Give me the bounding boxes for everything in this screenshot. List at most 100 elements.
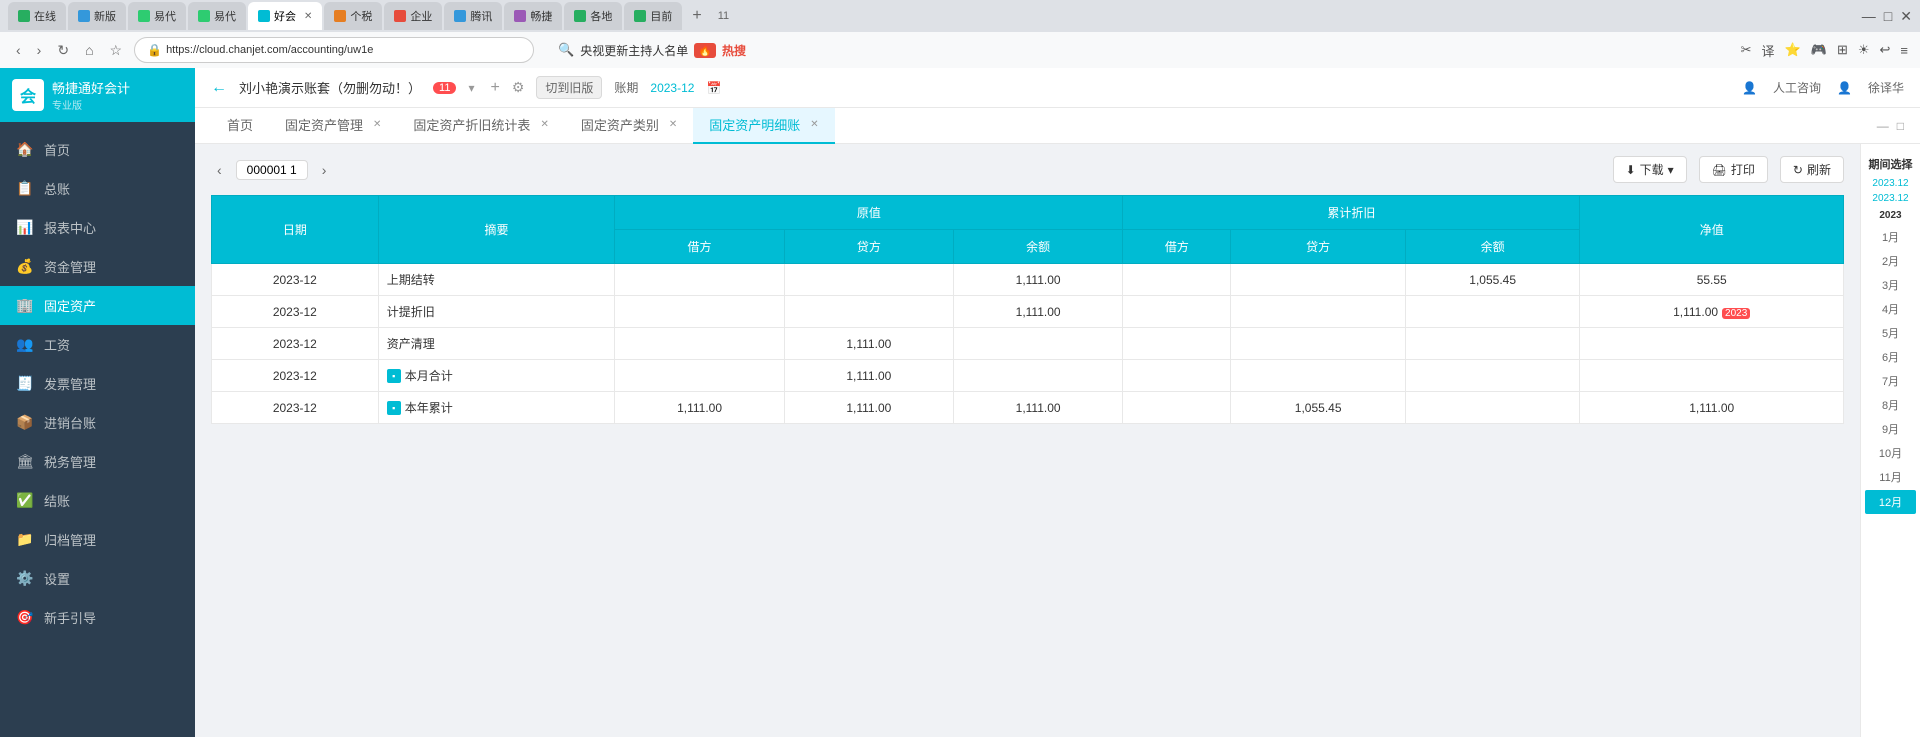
period-date-1[interactable]: 2023.12 xyxy=(1861,191,1920,206)
browser-tab[interactable]: 个税 xyxy=(324,2,382,30)
hot-search-badge[interactable]: 🔥 xyxy=(694,43,716,58)
month-3月[interactable]: 3月 xyxy=(1861,273,1920,297)
sidebar-item-新手引导[interactable]: 🎯新手引导 xyxy=(0,598,195,637)
browser-tab[interactable]: 畅捷 xyxy=(504,2,562,30)
undo-icon[interactable]: ↩ xyxy=(1880,42,1891,58)
period-value[interactable]: 2023-12 xyxy=(650,81,694,95)
menu-icon[interactable]: ≡ xyxy=(1900,43,1908,58)
browser-tab[interactable]: 好会✕ xyxy=(248,2,322,30)
page-code[interactable]: 000001 1 xyxy=(236,160,308,180)
maximize-pane-icon[interactable]: □ xyxy=(1897,119,1904,133)
cell-orig-credit: 1,111.00 xyxy=(784,360,953,392)
address-input[interactable]: 🔒 https://cloud.chanjet.com/accounting/u… xyxy=(134,37,534,63)
month-1月[interactable]: 1月 xyxy=(1861,225,1920,249)
tab-count: 11 xyxy=(712,10,735,22)
minimize-pane-icon[interactable]: — xyxy=(1877,119,1889,133)
th-orig-balance: 余额 xyxy=(953,230,1122,264)
browser-tab[interactable]: 在线 xyxy=(8,2,66,30)
sidebar-item-首页[interactable]: 🏠首页 xyxy=(0,130,195,169)
bookmark-button[interactable]: ☆ xyxy=(106,40,127,61)
browser-tab[interactable]: 新版 xyxy=(68,2,126,30)
scissors-icon[interactable]: ✂ xyxy=(1741,42,1752,58)
brightness-icon[interactable]: ☀ xyxy=(1858,42,1870,58)
translate-icon[interactable]: 译 xyxy=(1762,41,1775,60)
page-tab-首页[interactable]: 首页 xyxy=(211,108,269,144)
month-10月[interactable]: 10月 xyxy=(1861,441,1920,465)
content-area: ‹ 000001 1 › ⬇ 下载 ▾ 🖨 打印 xyxy=(195,144,1920,737)
new-tab-button[interactable]: + xyxy=(684,7,709,25)
browser-tab[interactable]: 各地 xyxy=(564,2,622,30)
minimize-button[interactable]: — xyxy=(1862,8,1876,24)
month-6月[interactable]: 6月 xyxy=(1861,345,1920,369)
reload-button[interactable]: ↻ xyxy=(53,40,73,61)
cell-date: 2023-12 xyxy=(212,360,379,392)
close-button[interactable]: ✕ xyxy=(1900,8,1912,25)
settings-icon[interactable]: ⚙ xyxy=(512,79,525,96)
month-7月[interactable]: 7月 xyxy=(1861,369,1920,393)
main-content: ← 刘小艳演示账套（勿删勿动！） 11 ▾ + ⚙ 切到旧版 账期 2023-1… xyxy=(195,68,1920,737)
forward-button[interactable]: › xyxy=(33,40,46,60)
nav-label: 工资 xyxy=(44,335,70,354)
next-page-button[interactable]: › xyxy=(316,160,333,180)
page-tab-固定资产明细账[interactable]: 固定资产明细账✕ xyxy=(693,108,834,144)
page-tab-固定资产折旧统计表[interactable]: 固定资产折旧统计表✕ xyxy=(397,108,564,144)
browser-chrome: 在线新版易代易代好会✕个税企业腾讯畅捷各地目前 + 11 — □ ✕ ‹ › ↻… xyxy=(0,0,1920,68)
th-accumulated: 累计折旧 xyxy=(1123,196,1580,230)
sidebar-item-资金管理[interactable]: 💰资金管理 xyxy=(0,247,195,286)
calendar-icon[interactable]: 📅 xyxy=(706,81,721,95)
prev-page-button[interactable]: ‹ xyxy=(211,160,228,180)
sidebar-item-进销台账[interactable]: 📦进销台账 xyxy=(0,403,195,442)
browser-tab[interactable]: 易代 xyxy=(128,2,186,30)
star-icon[interactable]: ⭐ xyxy=(1785,42,1801,58)
nav-icon: 📊 xyxy=(16,219,34,237)
page-tab-固定资产管理[interactable]: 固定资产管理✕ xyxy=(269,108,397,144)
game-icon[interactable]: 🎮 xyxy=(1811,42,1827,58)
back-button[interactable]: ‹ xyxy=(12,40,25,60)
sidebar-item-结账[interactable]: ✅结账 xyxy=(0,481,195,520)
download-button[interactable]: ⬇ 下载 ▾ xyxy=(1613,156,1687,183)
cell-summary: ▪本月合计 xyxy=(378,360,615,392)
month-2月[interactable]: 2月 xyxy=(1861,249,1920,273)
sidebar-item-工资[interactable]: 👥工资 xyxy=(0,325,195,364)
month-5月[interactable]: 5月 xyxy=(1861,321,1920,345)
print-icon: 🖨 xyxy=(1712,163,1727,177)
help-btn[interactable]: 人工咨询 xyxy=(1773,79,1821,96)
ledger-area: ‹ 000001 1 › ⬇ 下载 ▾ 🖨 打印 xyxy=(195,144,1860,737)
cell-orig-balance: 1,111.00 xyxy=(953,264,1122,296)
refresh-button[interactable]: ↻ 刷新 xyxy=(1780,156,1844,183)
dropdown-icon[interactable]: ▾ xyxy=(468,81,474,95)
sidebar-item-税务管理[interactable]: 🏛税务管理 xyxy=(0,442,195,481)
sidebar-item-固定资产[interactable]: 🏢固定资产 xyxy=(0,286,195,325)
search-area: 🔍 央视更新主持人名单 🔥 热搜 xyxy=(558,42,746,59)
home-button[interactable]: ⌂ xyxy=(81,40,97,60)
page-tab-固定资产类别[interactable]: 固定资产类别✕ xyxy=(565,108,693,144)
cell-net-value xyxy=(1580,328,1844,360)
sidebar-item-发票管理[interactable]: 🧾发票管理 xyxy=(0,364,195,403)
back-nav-icon[interactable]: ← xyxy=(211,79,227,97)
sidebar-item-总账[interactable]: 📋总账 xyxy=(0,169,195,208)
period-date-0[interactable]: 2023.12 xyxy=(1861,176,1920,191)
browser-tab[interactable]: 企业 xyxy=(384,2,442,30)
tab-bar: 在线新版易代易代好会✕个税企业腾讯畅捷各地目前 + 11 — □ ✕ xyxy=(0,0,1920,32)
maximize-button[interactable]: □ xyxy=(1884,8,1892,24)
sidebar-item-报表中心[interactable]: 📊报表中心 xyxy=(0,208,195,247)
sidebar-item-设置[interactable]: ⚙️设置 xyxy=(0,559,195,598)
browser-tab[interactable]: 易代 xyxy=(188,2,246,30)
month-8月[interactable]: 8月 xyxy=(1861,393,1920,417)
month-12月[interactable]: 12月 xyxy=(1865,490,1916,514)
month-9月[interactable]: 9月 xyxy=(1861,417,1920,441)
switch-version-btn[interactable]: 切到旧版 xyxy=(536,76,602,99)
print-button[interactable]: 🖨 打印 xyxy=(1699,156,1768,183)
grid-icon[interactable]: ⊞ xyxy=(1837,42,1848,58)
nav-label: 发票管理 xyxy=(44,374,96,393)
month-11月[interactable]: 11月 xyxy=(1861,465,1920,489)
download-icon: ⬇ xyxy=(1626,163,1636,177)
cell-accum-debit xyxy=(1123,296,1231,328)
add-account-button[interactable]: + xyxy=(490,79,499,97)
table-row: 2023-12 上期结转 1,111.00 1,055.45 55.55 xyxy=(212,264,1844,296)
browser-tab[interactable]: 目前 xyxy=(624,2,682,30)
sidebar-item-归档管理[interactable]: 📁归档管理 xyxy=(0,520,195,559)
month-4月[interactable]: 4月 xyxy=(1861,297,1920,321)
browser-tab[interactable]: 腾讯 xyxy=(444,2,502,30)
sidebar-logo[interactable]: 会 畅捷通好会计 专业版 xyxy=(0,68,195,122)
